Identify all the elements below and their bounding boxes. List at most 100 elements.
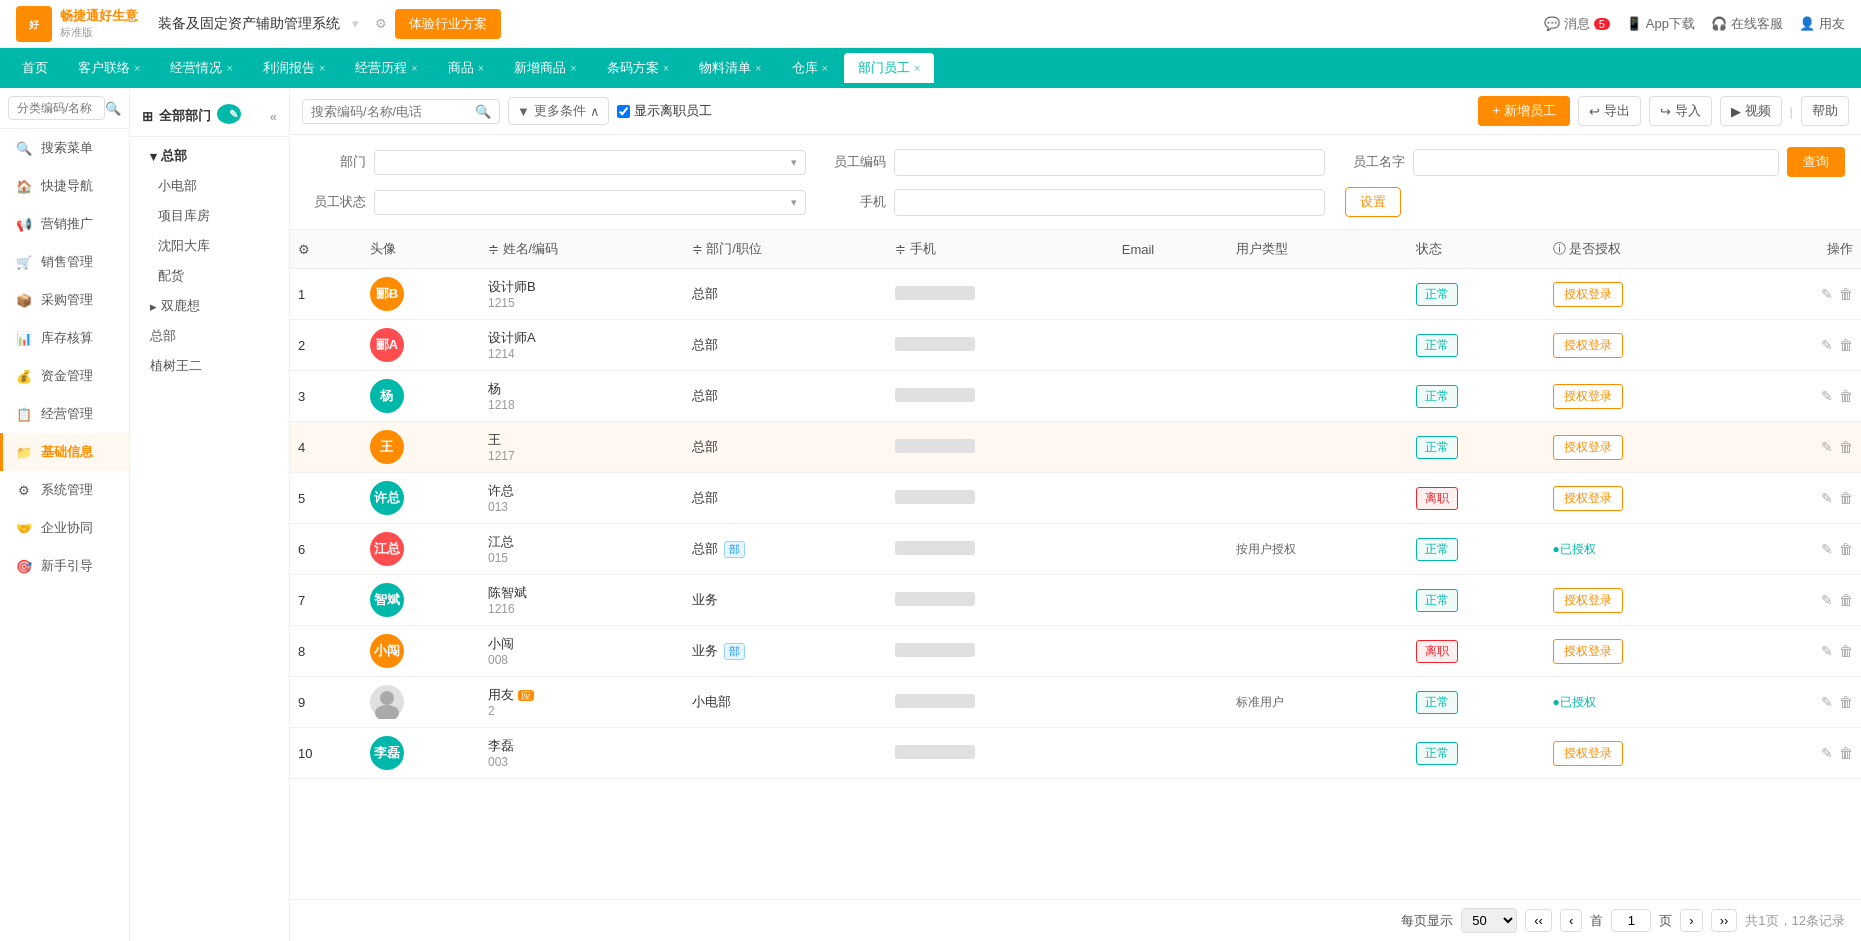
col-dept[interactable]: ≑ 部门/职位 <box>684 230 888 269</box>
user-avatar[interactable]: 👤 用友 <box>1799 15 1845 33</box>
col-phone[interactable]: ≑ 手机 <box>887 230 1114 269</box>
delete-btn[interactable]: 🗑 <box>1839 439 1853 455</box>
dept-item-zongbu[interactable]: 总部 <box>130 321 289 351</box>
page-number-input[interactable] <box>1611 909 1651 932</box>
close-icon[interactable]: × <box>134 62 140 74</box>
sidebar-item-collab[interactable]: 🤝 企业协同 <box>0 509 129 547</box>
authorize-btn[interactable]: 授权登录 <box>1553 741 1623 766</box>
dept-group-title-zongbu[interactable]: ▾ 总部 <box>138 141 289 171</box>
tab-home[interactable]: 首页 <box>8 53 62 83</box>
sidebar-item-sales[interactable]: 🛒 销售管理 <box>0 243 129 281</box>
delete-btn[interactable]: 🗑 <box>1839 694 1853 710</box>
delete-btn[interactable]: 🗑 <box>1839 388 1853 404</box>
close-icon[interactable]: × <box>570 62 576 74</box>
phone-input[interactable] <box>894 189 1326 216</box>
close-icon[interactable]: × <box>663 62 669 74</box>
edit-dept-btn[interactable]: ✎ <box>217 104 241 124</box>
close-icon[interactable]: × <box>226 62 232 74</box>
delete-btn[interactable]: 🗑 <box>1839 337 1853 353</box>
authorize-btn[interactable]: 授权登录 <box>1553 384 1623 409</box>
close-icon[interactable]: × <box>822 62 828 74</box>
dept-item-kufang[interactable]: 项目库房 <box>138 201 289 231</box>
export-btn[interactable]: ↩ 导出 <box>1578 96 1641 126</box>
more-filter-btn[interactable]: ▼ 更多条件 ∧ <box>508 97 609 125</box>
emp-name-input[interactable] <box>1413 149 1779 176</box>
dept-filter-select[interactable] <box>374 150 806 175</box>
emp-code-input[interactable] <box>894 149 1326 176</box>
dept-item-peihuo[interactable]: 配货 <box>138 261 289 291</box>
col-name[interactable]: ≑ 姓名/编码 <box>480 230 684 269</box>
edit-btn[interactable]: ✎ <box>1821 592 1833 608</box>
sidebar-item-quicknav[interactable]: 🏠 快捷导航 <box>0 167 129 205</box>
sidebar-item-guide[interactable]: 🎯 新手引导 <box>0 547 129 585</box>
edit-btn[interactable]: ✎ <box>1821 694 1833 710</box>
close-icon[interactable]: × <box>914 62 920 74</box>
system-dropdown-icon[interactable]: ▾ <box>352 16 359 31</box>
edit-btn[interactable]: ✎ <box>1821 439 1833 455</box>
delete-btn[interactable]: 🗑 <box>1839 643 1853 659</box>
edit-btn[interactable]: ✎ <box>1821 745 1833 761</box>
delete-btn[interactable]: 🗑 <box>1839 286 1853 302</box>
edit-btn[interactable]: ✎ <box>1821 388 1833 404</box>
video-btn[interactable]: ▶ 视频 <box>1720 96 1782 126</box>
app-download-btn[interactable]: 📱 App下载 <box>1626 15 1695 33</box>
edit-btn[interactable]: ✎ <box>1821 337 1833 353</box>
delete-btn[interactable]: 🗑 <box>1839 490 1853 506</box>
tab-operation[interactable]: 经营情况 × <box>156 53 246 83</box>
tab-employee[interactable]: 部门员工 × <box>844 53 934 83</box>
sidebar-item-basic[interactable]: 📁 基础信息 <box>0 433 129 471</box>
message-btn[interactable]: 💬 消息 5 <box>1544 15 1610 33</box>
authorize-btn[interactable]: 授权登录 <box>1553 639 1623 664</box>
last-page-btn[interactable]: ›› <box>1711 909 1738 932</box>
edit-btn[interactable]: ✎ <box>1821 643 1833 659</box>
settings-icon[interactable]: ⚙ <box>375 16 387 31</box>
search-input[interactable] <box>311 104 471 119</box>
dept-item-zhishuwanger[interactable]: 植树王二 <box>130 351 289 381</box>
close-icon[interactable]: × <box>319 62 325 74</box>
authorize-btn[interactable]: 授权登录 <box>1553 588 1623 613</box>
sidebar-item-marketing[interactable]: 📢 营销推广 <box>0 205 129 243</box>
dept-item-shenyang[interactable]: 沈阳大库 <box>138 231 289 261</box>
tab-profit[interactable]: 利润报告 × <box>249 53 339 83</box>
tab-warehouse[interactable]: 仓库 × <box>778 53 842 83</box>
close-icon[interactable]: × <box>411 62 417 74</box>
show-resigned-input[interactable] <box>617 105 630 118</box>
sidebar-item-system[interactable]: ⚙ 系统管理 <box>0 471 129 509</box>
prev-page-btn[interactable]: ‹ <box>1560 909 1582 932</box>
tab-process[interactable]: 经营历程 × <box>341 53 431 83</box>
sidebar-item-finance[interactable]: 💰 资金管理 <box>0 357 129 395</box>
authorize-btn[interactable]: 授权登录 <box>1553 486 1623 511</box>
help-btn[interactable]: 帮助 <box>1801 96 1849 126</box>
collapse-tree-btn[interactable]: « <box>270 109 277 124</box>
delete-btn[interactable]: 🗑 <box>1839 592 1853 608</box>
trial-button[interactable]: 体验行业方案 <box>395 9 501 39</box>
sidebar-search-input[interactable] <box>8 96 105 120</box>
first-page-btn[interactable]: ‹‹ <box>1525 909 1552 932</box>
query-btn[interactable]: 查询 <box>1787 147 1845 177</box>
set-btn[interactable]: 设置 <box>1345 187 1401 217</box>
col-settings[interactable]: ⚙ <box>290 230 362 269</box>
edit-btn[interactable]: ✎ <box>1821 286 1833 302</box>
sidebar-item-management[interactable]: 📋 经营管理 <box>0 395 129 433</box>
tab-bom[interactable]: 物料清单 × <box>685 53 775 83</box>
sidebar-item-purchase[interactable]: 📦 采购管理 <box>0 281 129 319</box>
tab-customer[interactable]: 客户联络 × <box>64 53 154 83</box>
online-support-btn[interactable]: 🎧 在线客服 <box>1711 15 1783 33</box>
emp-status-select[interactable] <box>374 190 806 215</box>
all-dept-label[interactable]: 全部部门 <box>159 107 211 125</box>
tab-barcode[interactable]: 条码方案 × <box>593 53 683 83</box>
delete-btn[interactable]: 🗑 <box>1839 745 1853 761</box>
per-page-select[interactable]: 50 100 200 <box>1461 908 1517 933</box>
tab-new-product[interactable]: 新增商品 × <box>500 53 590 83</box>
edit-btn[interactable]: ✎ <box>1821 490 1833 506</box>
delete-btn[interactable]: 🗑 <box>1839 541 1853 557</box>
sidebar-item-search[interactable]: 🔍 搜索菜单 <box>0 129 129 167</box>
dept-item-xiaodibu[interactable]: 小电部 <box>138 171 289 201</box>
next-page-btn[interactable]: › <box>1680 909 1702 932</box>
close-icon[interactable]: × <box>755 62 761 74</box>
close-icon[interactable]: × <box>478 62 484 74</box>
authorize-btn[interactable]: 授权登录 <box>1553 435 1623 460</box>
add-employee-btn[interactable]: + 新增员工 <box>1478 96 1569 126</box>
sidebar-item-inventory[interactable]: 📊 库存核算 <box>0 319 129 357</box>
edit-btn[interactable]: ✎ <box>1821 541 1833 557</box>
